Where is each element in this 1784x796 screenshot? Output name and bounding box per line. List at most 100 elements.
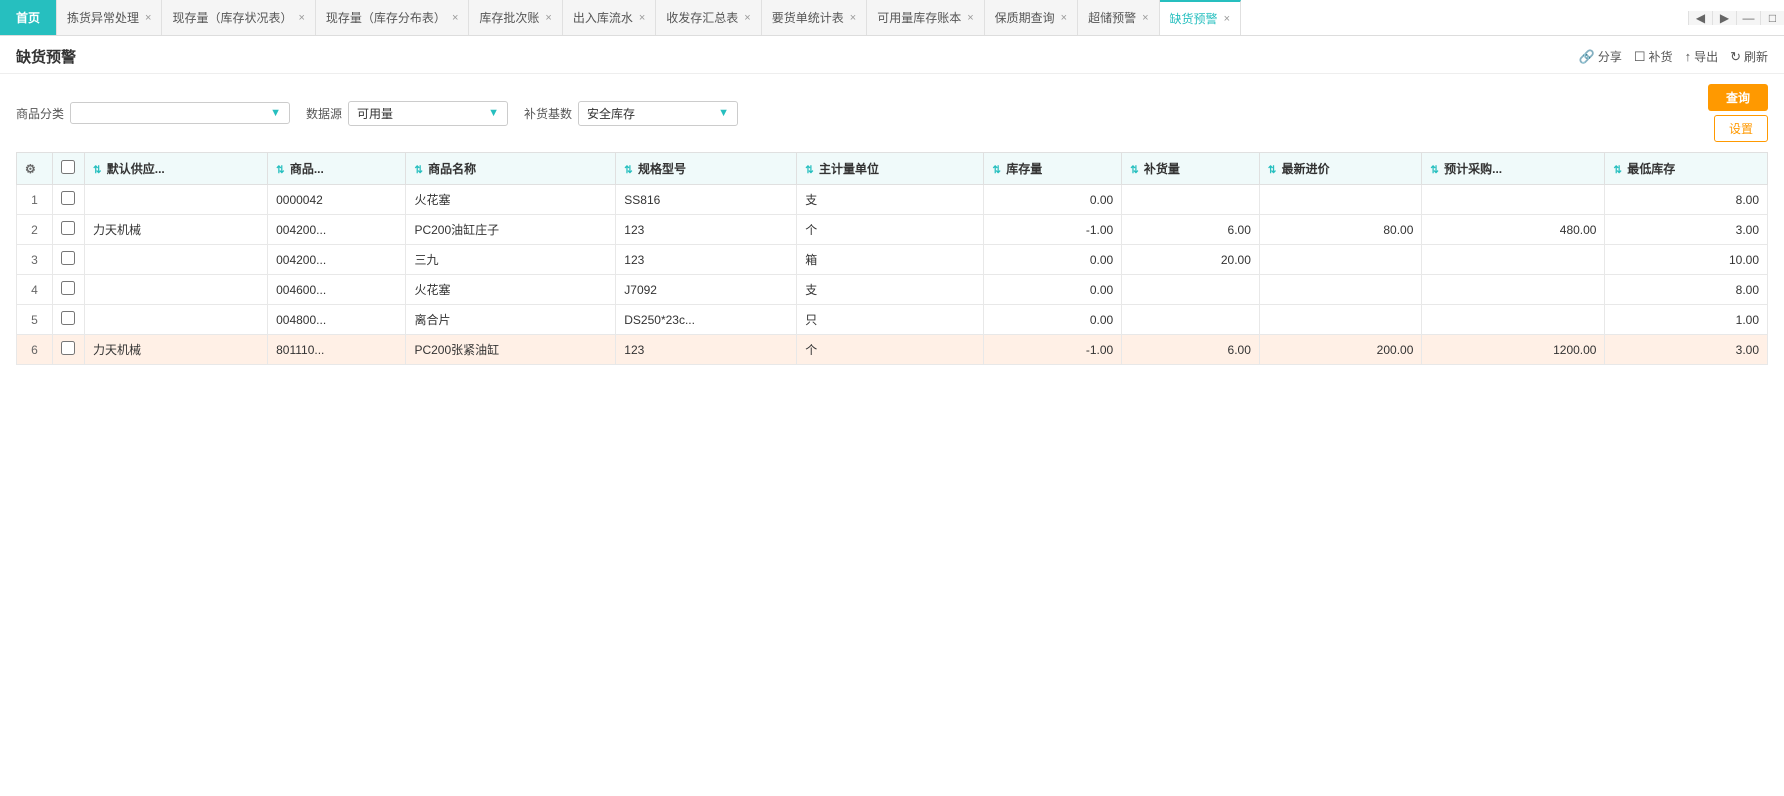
row-spec: 123: [616, 215, 797, 245]
tab-shortage[interactable]: 缺货预警 ×: [1160, 0, 1241, 35]
row-stock: 0.00: [984, 245, 1122, 275]
row-latest-price: [1259, 185, 1421, 215]
table-row: 6 力天机械 801110... PC200张紧油缸 123 个 -1.00 6…: [17, 335, 1768, 365]
close-order-stats-tab[interactable]: ×: [850, 12, 856, 24]
row-goods-code: 004200...: [268, 245, 406, 275]
row-min-stock: 3.00: [1605, 335, 1768, 365]
setting-button[interactable]: 设置: [1714, 115, 1768, 142]
close-available-ledger-tab[interactable]: ×: [967, 12, 973, 24]
row-checkbox[interactable]: [61, 311, 75, 325]
close-in-out-flow-tab[interactable]: ×: [639, 12, 645, 24]
row-spec: DS250*23c...: [616, 305, 797, 335]
column-gear[interactable]: ⚙: [17, 153, 53, 185]
row-num: 4: [17, 275, 53, 305]
category-filter-group: 商品分类 ▼: [16, 102, 290, 124]
row-replenish: [1122, 275, 1260, 305]
row-latest-price: [1259, 275, 1421, 305]
export-icon: ↑: [1685, 49, 1692, 64]
close-shortage-tab[interactable]: ×: [1224, 13, 1230, 25]
column-unit: ⇅ 主计量单位: [797, 153, 984, 185]
row-supplier: [85, 305, 268, 335]
export-button[interactable]: ↑ 导出: [1685, 48, 1719, 65]
sort-unit-icon[interactable]: ⇅: [805, 165, 813, 176]
sort-spec-icon[interactable]: ⇅: [624, 165, 632, 176]
row-unit: 箱: [797, 245, 984, 275]
sort-stock-icon[interactable]: ⇅: [992, 165, 1000, 176]
row-min-stock: 10.00: [1605, 245, 1768, 275]
tab-next-btn[interactable]: ▶: [1712, 11, 1736, 25]
row-goods-name: PC200张紧油缸: [406, 335, 616, 365]
tab-inventory-status[interactable]: 现存量（库存状况表） ×: [162, 0, 315, 35]
sort-replenish-icon[interactable]: ⇅: [1130, 165, 1138, 176]
row-unit: 只: [797, 305, 984, 335]
shortage-table: ⚙ ⇅ 默认供应... ⇅ 商品... ⇅ 商品名称: [16, 152, 1768, 365]
category-value: [79, 106, 82, 120]
query-button[interactable]: 查询: [1708, 84, 1768, 111]
row-num: 6: [17, 335, 53, 365]
replenish-arrow-icon: ▼: [718, 107, 729, 119]
row-num: 5: [17, 305, 53, 335]
row-goods-name: PC200油缸庄子: [406, 215, 616, 245]
replenish-icon: ☐: [1634, 49, 1646, 65]
row-checkbox[interactable]: [61, 281, 75, 295]
tab-overstock[interactable]: 超储预警 ×: [1078, 0, 1159, 35]
replenish-button[interactable]: ☐ 补货: [1634, 48, 1673, 65]
tab-abnormal[interactable]: 拣货异常处理 ×: [57, 0, 162, 35]
tab-home[interactable]: 首页: [0, 0, 57, 35]
sort-supplier-icon[interactable]: ⇅: [93, 165, 101, 176]
tab-prev-btn[interactable]: ◀: [1688, 11, 1712, 25]
row-checkbox[interactable]: [61, 341, 75, 355]
gear-icon[interactable]: ⚙: [25, 162, 36, 176]
row-goods-code: 004600...: [268, 275, 406, 305]
row-checkbox-cell: [53, 335, 85, 365]
row-checkbox[interactable]: [61, 251, 75, 265]
close-expiry-query-tab[interactable]: ×: [1061, 12, 1067, 24]
tab-batch-account[interactable]: 库存批次账 ×: [469, 0, 562, 35]
row-min-stock: 8.00: [1605, 275, 1768, 305]
row-checkbox[interactable]: [61, 191, 75, 205]
sort-min-stock-icon[interactable]: ⇅: [1613, 165, 1621, 176]
row-checkbox-cell: [53, 185, 85, 215]
column-goods-name: ⇅ 商品名称: [406, 153, 616, 185]
close-overstock-tab[interactable]: ×: [1142, 12, 1148, 24]
row-num: 3: [17, 245, 53, 275]
sort-latest-price-icon[interactable]: ⇅: [1268, 165, 1276, 176]
share-button[interactable]: 🔗 分享: [1579, 48, 1622, 65]
tab-minimize-btn[interactable]: —: [1736, 11, 1760, 25]
row-supplier: [85, 245, 268, 275]
row-replenish: 20.00: [1122, 245, 1260, 275]
row-checkbox[interactable]: [61, 221, 75, 235]
table-row: 5 004800... 离合片 DS250*23c... 只 0.00 1.00: [17, 305, 1768, 335]
refresh-button[interactable]: ↻ 刷新: [1730, 48, 1768, 65]
row-checkbox-cell: [53, 215, 85, 245]
row-min-stock: 8.00: [1605, 185, 1768, 215]
sort-goods-name-icon[interactable]: ⇅: [414, 165, 422, 176]
tab-inventory-dist[interactable]: 现存量（库存分布表） ×: [316, 0, 469, 35]
datasource-label: 数据源: [306, 105, 342, 122]
select-all-checkbox[interactable]: [61, 160, 75, 174]
row-estimated: [1422, 185, 1605, 215]
row-checkbox-cell: [53, 305, 85, 335]
sort-goods-code-icon[interactable]: ⇅: [276, 165, 284, 176]
row-supplier: 力天机械: [85, 335, 268, 365]
tab-order-stats[interactable]: 要货单统计表 ×: [762, 0, 867, 35]
row-unit: 个: [797, 215, 984, 245]
tab-expiry-query[interactable]: 保质期查询 ×: [985, 0, 1078, 35]
row-unit: 支: [797, 185, 984, 215]
close-batch-account-tab[interactable]: ×: [545, 12, 551, 24]
row-stock: 0.00: [984, 275, 1122, 305]
datasource-select[interactable]: 可用量 ▼: [348, 101, 508, 126]
replenish-select[interactable]: 安全库存 ▼: [578, 101, 738, 126]
close-abnormal-tab[interactable]: ×: [145, 12, 151, 24]
close-inventory-status-tab[interactable]: ×: [298, 12, 304, 24]
category-select[interactable]: ▼: [70, 102, 290, 124]
tab-in-out-flow[interactable]: 出入库流水 ×: [563, 0, 656, 35]
row-num: 2: [17, 215, 53, 245]
tab-receipt-summary[interactable]: 收发存汇总表 ×: [656, 0, 761, 35]
close-inventory-dist-tab[interactable]: ×: [452, 12, 458, 24]
row-num: 1: [17, 185, 53, 215]
sort-estimated-icon[interactable]: ⇅: [1430, 165, 1438, 176]
tab-available-ledger[interactable]: 可用量库存账本 ×: [867, 0, 984, 35]
tab-maximize-btn[interactable]: □: [1760, 11, 1784, 25]
close-receipt-summary-tab[interactable]: ×: [744, 12, 750, 24]
